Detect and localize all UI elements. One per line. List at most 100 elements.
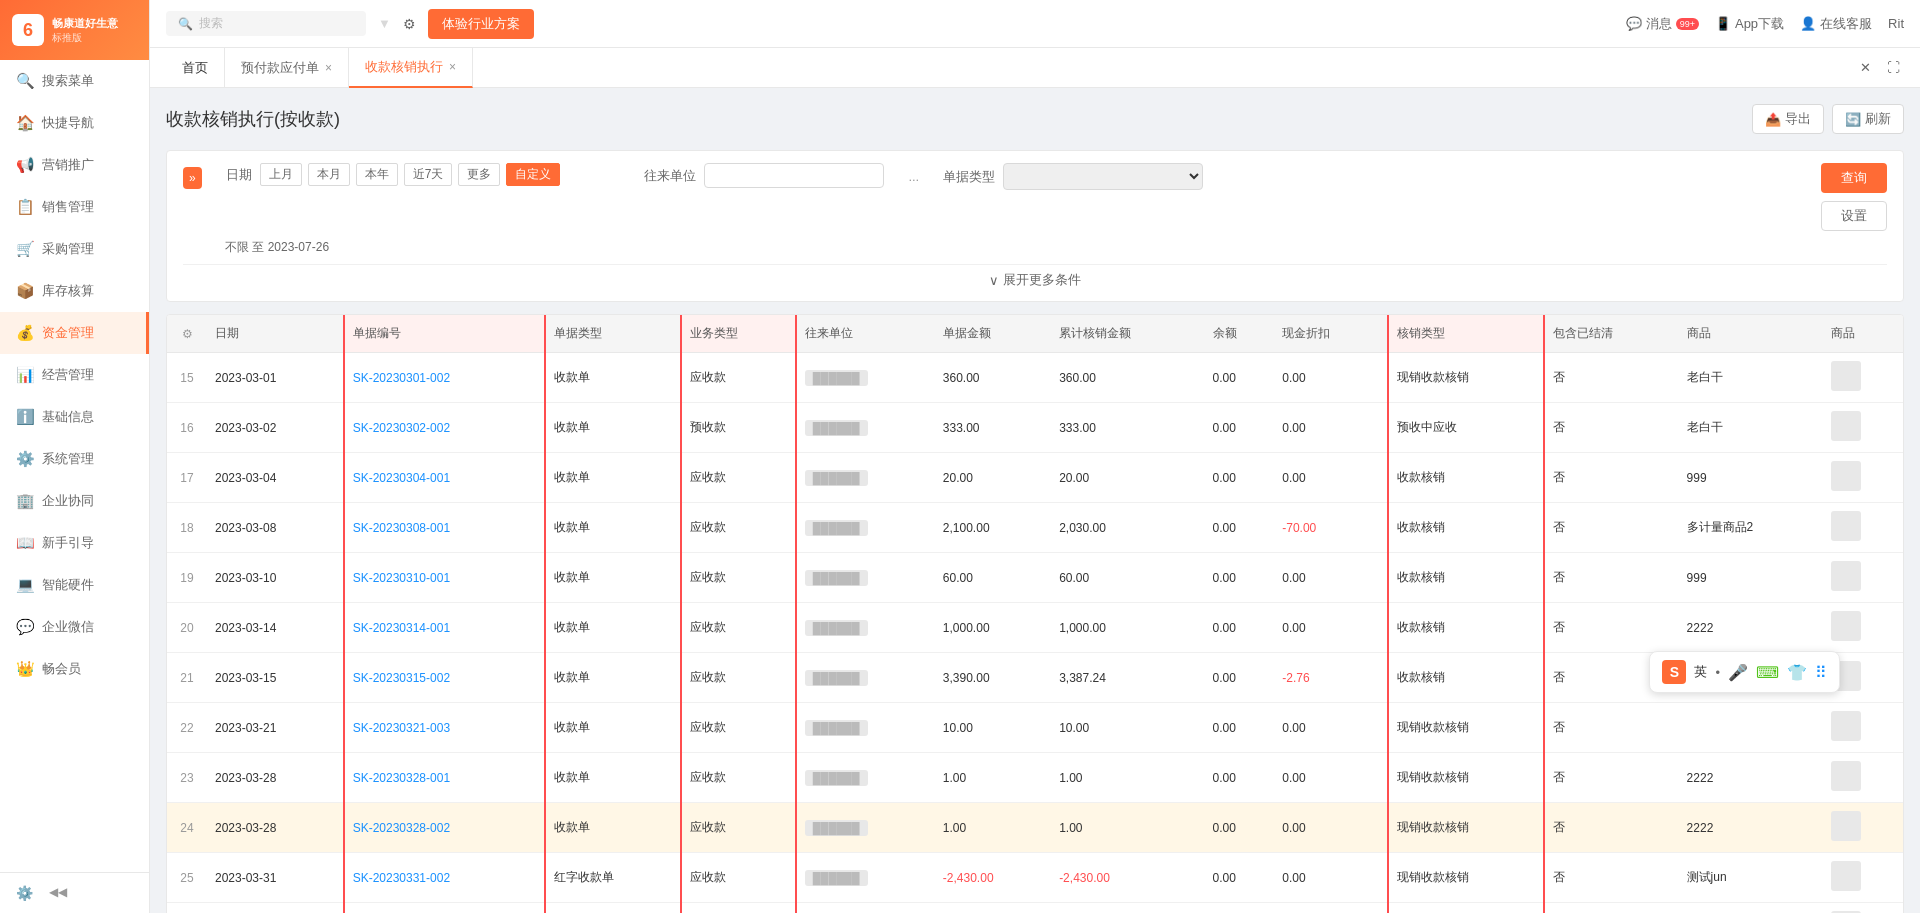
cell-product2: [1823, 803, 1903, 853]
cell-partner: ██████: [796, 403, 935, 453]
col-header-settings[interactable]: ⚙: [167, 315, 207, 353]
filter-date: 日期 上月 本月 本年 近7天 更多 自定义: [226, 163, 561, 186]
date-btn-more[interactable]: 更多: [458, 163, 500, 186]
sidebar-item-inventory[interactable]: 📦 库存核算: [0, 270, 149, 312]
cell-product2: [1823, 353, 1903, 403]
system-icon: ⚙️: [16, 450, 34, 468]
message-icon: 💬: [1626, 16, 1642, 31]
sidebar-item-marketing[interactable]: 📢 营销推广: [0, 144, 149, 186]
cell-bill-type: 收款单: [545, 553, 681, 603]
chevron-down-icon: ∨: [989, 273, 999, 288]
date-btn-7days[interactable]: 近7天: [404, 163, 453, 186]
service-icon: 👤: [1800, 16, 1816, 31]
sidebar-item-purchase[interactable]: 🛒 采购管理: [0, 228, 149, 270]
export-icon: 📤: [1765, 112, 1781, 127]
expand-more-button[interactable]: ∨ 展开更多条件: [989, 271, 1081, 289]
table-row: 15 2023-03-01 SK-20230301-002 收款单 应收款 ██…: [167, 353, 1903, 403]
cell-total-amount: 10.00: [1051, 703, 1204, 753]
cell-date: 2023-03-02: [207, 403, 344, 453]
cell-partner: ██████: [796, 353, 935, 403]
partner-input[interactable]: [704, 163, 884, 188]
cell-balance: 0.00: [1205, 903, 1275, 914]
cell-balance: 0.00: [1205, 353, 1275, 403]
app-download-button[interactable]: 📱 App下载: [1715, 15, 1784, 33]
col-header-cash-discount: 现金折扣: [1274, 315, 1387, 353]
cell-product: 2222: [1679, 753, 1823, 803]
cell-product2: [1823, 403, 1903, 453]
phone-icon: 📱: [1715, 16, 1731, 31]
cell-include-settled: 否: [1544, 853, 1678, 903]
search-icon: 🔍: [16, 72, 34, 90]
date-btn-this-month[interactable]: 本月: [308, 163, 350, 186]
col-header-partner: 往来单位: [796, 315, 935, 353]
cell-cancel-type: 收款核销: [1388, 553, 1545, 603]
cell-total-amount: 1.00: [1051, 753, 1204, 803]
sidebar-logo: 6 畅康道好生意 标推版: [0, 0, 149, 60]
settings-icon[interactable]: ⚙️: [16, 885, 33, 901]
filter-settings-button[interactable]: 设置: [1821, 201, 1887, 231]
cell-product: 测试jun: [1679, 853, 1823, 903]
date-btn-custom[interactable]: 自定义: [506, 163, 560, 186]
cell-include-settled: 否: [1544, 603, 1678, 653]
topbar-search[interactable]: 🔍 搜索: [166, 11, 366, 36]
table-row: 16 2023-03-02 SK-20230302-002 收款单 预收款 ██…: [167, 403, 1903, 453]
topbar-right: 💬 消息 99+ 📱 App下载 👤 在线客服 Rit: [1626, 15, 1904, 33]
cell-total-amount: 3,387.24: [1051, 653, 1204, 703]
cell-balance: 0.00: [1205, 453, 1275, 503]
sidebar-item-hardware[interactable]: 💻 智能硬件: [0, 564, 149, 606]
sidebar-item-guide[interactable]: 📖 新手引导: [0, 522, 149, 564]
export-button[interactable]: 📤 导出: [1752, 104, 1824, 134]
cell-business-type: 应收款: [681, 803, 796, 853]
collapse-icon[interactable]: ◀◀: [49, 885, 67, 901]
purchase-icon: 🛒: [16, 240, 34, 258]
query-button[interactable]: 查询: [1821, 163, 1887, 193]
page-actions: 📤 导出 🔄 刷新: [1752, 104, 1904, 134]
messages-button[interactable]: 💬 消息 99+: [1626, 15, 1699, 33]
sidebar-item-member[interactable]: 👑 畅会员: [0, 648, 149, 690]
tab-home[interactable]: 首页: [166, 48, 225, 88]
tab-prepay[interactable]: 预付款应付单 ×: [225, 48, 349, 88]
page-content: 收款核销执行(按收款) 📤 导出 🔄 刷新 »: [150, 88, 1920, 913]
popup-logo: S: [1662, 660, 1686, 684]
tab-collection-close[interactable]: ×: [449, 60, 456, 74]
cell-balance: 0.00: [1205, 803, 1275, 853]
sidebar-item-quick-nav[interactable]: 🏠 快捷导航: [0, 102, 149, 144]
cell-business-type: 应收款: [681, 853, 796, 903]
logo-text: 畅康道好生意 标推版: [52, 16, 118, 45]
expand-icon[interactable]: ⛶: [1883, 56, 1904, 79]
sidebar-item-enterprise[interactable]: 🏢 企业协同: [0, 480, 149, 522]
cell-cash-discount: 0.00: [1274, 603, 1387, 653]
filter-expand-arrow[interactable]: »: [183, 167, 202, 189]
sidebar-item-finance[interactable]: 💰 资金管理: [0, 312, 149, 354]
cell-cash-discount: 0.00: [1274, 803, 1387, 853]
solution-button[interactable]: 体验行业方案: [428, 9, 534, 39]
tab-prepay-close[interactable]: ×: [325, 61, 332, 75]
topbar-gear-icon[interactable]: ⚙: [403, 16, 416, 32]
sidebar-item-basic[interactable]: ℹ️ 基础信息: [0, 396, 149, 438]
date-btn-last-month[interactable]: 上月: [260, 163, 302, 186]
cell-bill-amount: 60.00: [935, 553, 1051, 603]
cell-bill-no: SK-20230331-002: [344, 853, 545, 903]
cell-cancel-type: 现销收款核销: [1388, 853, 1545, 903]
sidebar-item-operations[interactable]: 📊 经营管理: [0, 354, 149, 396]
online-service-button[interactable]: 👤 在线客服: [1800, 15, 1872, 33]
tab-collection[interactable]: 收款核销执行 ×: [349, 48, 473, 88]
cell-index: 24: [167, 803, 207, 853]
cell-date: 2023-03-21: [207, 703, 344, 753]
bill-type-select[interactable]: [1003, 163, 1203, 190]
sidebar-item-search-menu[interactable]: 🔍 搜索菜单: [0, 60, 149, 102]
cell-product: [1679, 703, 1823, 753]
cell-total-amount: 60.00: [1051, 553, 1204, 603]
sidebar-item-system[interactable]: ⚙️ 系统管理: [0, 438, 149, 480]
sidebar-item-sales[interactable]: 📋 销售管理: [0, 186, 149, 228]
cell-bill-no: SK-20230304-001: [344, 453, 545, 503]
cell-bill-type: 收款单: [545, 703, 681, 753]
cell-index: 20: [167, 603, 207, 653]
refresh-button[interactable]: 🔄 刷新: [1832, 104, 1904, 134]
cell-product: 123D商品: [1679, 903, 1823, 914]
sidebar-item-wechat[interactable]: 💬 企业微信: [0, 606, 149, 648]
close-all-icon[interactable]: ✕: [1856, 56, 1875, 79]
date-btn-this-year[interactable]: 本年: [356, 163, 398, 186]
hardware-icon: 💻: [16, 576, 34, 594]
member-icon: 👑: [16, 660, 34, 678]
